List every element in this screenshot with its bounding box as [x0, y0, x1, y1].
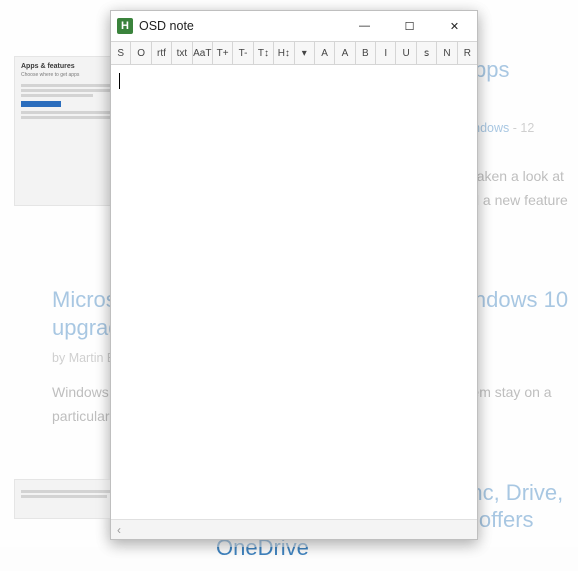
toolbar-format-txt-button[interactable]: txt [172, 42, 192, 64]
minimize-button[interactable]: — [342, 11, 387, 41]
toolbar-dropdown-button[interactable]: ▾ [295, 42, 315, 64]
osd-note-window: H OSD note — ☐ ✕ SOrtftxtAaTT+T-T↕H↕▾AAB… [110, 10, 478, 540]
toolbar-italic-button[interactable]: I [376, 42, 396, 64]
toolbar-line-height-button[interactable]: T↕ [254, 42, 274, 64]
close-button[interactable]: ✕ [432, 11, 477, 41]
toolbar: SOrtftxtAaTT+T-T↕H↕▾AABIUꜱNR [111, 41, 477, 65]
toolbar-font-increase-button[interactable]: T+ [213, 42, 233, 64]
toolbar-small-caps-button[interactable]: ꜱ [417, 42, 437, 64]
text-editor[interactable] [111, 65, 477, 519]
toolbar-font-decrease-button[interactable]: T- [233, 42, 253, 64]
app-icon: H [117, 18, 133, 34]
toolbar-overline-button[interactable]: O [131, 42, 151, 64]
toolbar-format-rtf-button[interactable]: rtf [152, 42, 172, 64]
toolbar-underline-button[interactable]: U [396, 42, 416, 64]
article-index [14, 286, 34, 292]
toolbar-font-color-button[interactable]: A [315, 42, 335, 64]
toolbar-case-toggle-button[interactable]: AaT [193, 42, 213, 64]
toolbar-normal-button[interactable]: N [437, 42, 457, 64]
window-title: OSD note [139, 19, 342, 33]
toolbar-highlight-color-button[interactable]: A [335, 42, 355, 64]
text-caret [119, 73, 120, 89]
toolbar-reset-button[interactable]: R [458, 42, 477, 64]
maximize-button[interactable]: ☐ [387, 11, 432, 41]
toolbar-strikethrough-button[interactable]: S [111, 42, 131, 64]
toolbar-bold-button[interactable]: B [356, 42, 376, 64]
status-bar: ‹ [111, 519, 477, 539]
chevron-left-icon[interactable]: ‹ [117, 523, 121, 537]
titlebar[interactable]: H OSD note — ☐ ✕ [111, 11, 477, 41]
toolbar-height-button[interactable]: H↕ [274, 42, 294, 64]
